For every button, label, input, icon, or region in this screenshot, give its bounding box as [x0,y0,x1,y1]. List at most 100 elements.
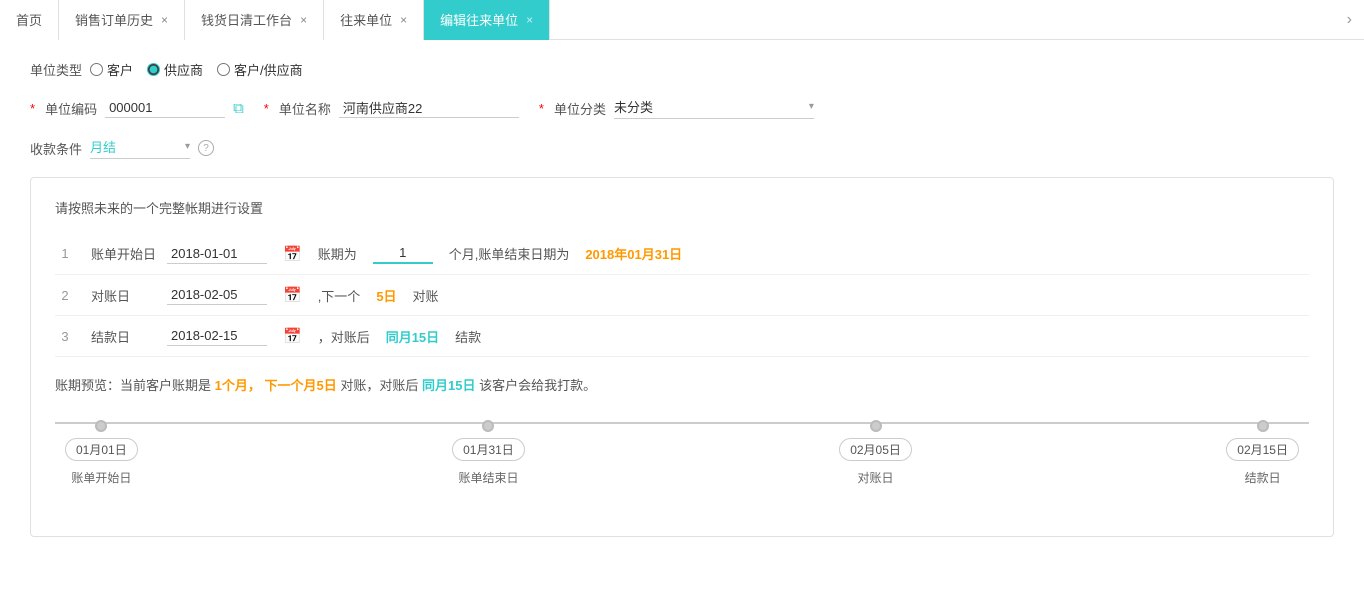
timeline-container: 01月01日 账单开始日 01月31日 账单结束日 02月05日 对账日 02月… [55,410,1309,516]
radio-supplier-label: 供应商 [164,60,203,79]
timeline-date-3: 02月15日 [1226,438,1299,461]
unit-code-label: 单位编码 [45,99,97,118]
radio-customer-label: 客户 [107,60,133,79]
tab-edit-partner-close[interactable]: × [526,13,533,27]
unit-class-label: 单位分类 [554,99,606,118]
timeline-dot-1 [482,420,494,432]
tab-home[interactable]: 首页 [0,0,59,40]
tab-sales-history[interactable]: 销售订单历史 × [59,0,185,40]
unit-class-item: * 单位分类 未分类 ▾ [539,97,814,119]
period-input[interactable] [373,243,433,264]
timeline-date-2: 02月05日 [839,438,912,461]
row-3-suffix-end: 结款 [455,327,481,346]
unit-name-required: * [264,101,269,116]
setting-row-1: 1 账单开始日 📅 账期为 个月,账单结束日期为 2018年01月31日 [55,233,1309,275]
unit-type-item: 单位类型 客户 供应商 客户/供应商 [30,60,303,79]
tab-sales-history-close[interactable]: × [161,13,168,27]
payment-chevron-icon: ▾ [185,141,190,152]
tab-partner-close[interactable]: × [400,13,407,27]
unit-code-input[interactable] [105,98,225,118]
unit-type-row: 单位类型 客户 供应商 客户/供应商 [30,60,1334,79]
radio-supplier-input[interactable] [147,63,160,76]
timeline-dot-3 [1257,420,1269,432]
tab-cash-workbench-label: 钱货日清工作台 [201,10,292,29]
copy-icon[interactable]: ⧉ [233,100,244,117]
setting-row-2: 2 对账日 📅 ,下一个 5日 对账 [55,275,1309,316]
unit-name-input[interactable] [339,98,519,118]
unit-info-row: * 单位编码 ⧉ * 单位名称 * 单位分类 未分类 ▾ [30,97,1334,119]
timeline-node-2: 02月05日 对账日 [839,420,912,486]
row-1-calendar-icon[interactable]: 📅 [283,245,302,263]
row-3-suffix-after: ，对账后 [318,327,370,346]
preview-suffix: 该客户会给我打款。 [479,378,596,393]
tab-partner[interactable]: 往来单位 × [324,0,424,40]
radio-both-label: 客户/供应商 [234,60,303,79]
unit-class-dropdown[interactable]: 未分类 ▾ [614,97,814,119]
tab-sales-history-label: 销售订单历史 [75,10,153,29]
row-1-date-input[interactable] [167,244,267,264]
preview-part3: 同月15日 [422,378,475,393]
payment-dropdown[interactable]: 月结 ▾ [90,137,190,159]
row-2-highlight: 5日 [376,286,396,305]
timeline-label-2: 对账日 [858,469,894,486]
row-2-date-input[interactable] [167,285,267,305]
unit-type-label: 单位类型 [30,60,82,79]
tab-home-label: 首页 [16,10,42,29]
tabs-bar: 首页 销售订单历史 × 钱货日清工作台 × 往来单位 × 编辑往来单位 × › [0,0,1364,40]
radio-supplier[interactable]: 供应商 [147,60,203,79]
unit-class-chevron-icon: ▾ [809,101,814,112]
tab-cash-workbench[interactable]: 钱货日清工作台 × [185,0,324,40]
setting-row-3: 3 结款日 📅 ，对账后 同月15日 结款 [55,316,1309,357]
timeline-label-1: 账单结束日 [458,469,518,486]
unit-type-radio-group: 客户 供应商 客户/供应商 [90,60,303,79]
row-2-suffix-after: ,下一个 [318,286,361,305]
row-1-suffix-after: 个月,账单结束日期为 [449,244,570,263]
unit-code-item: * 单位编码 ⧉ [30,98,244,118]
row-2-label: 对账日 [91,286,151,305]
section-title: 请按照未来的一个完整帐期进行设置 [55,198,1309,217]
row-2-calendar-icon[interactable]: 📅 [283,286,302,304]
timeline-nodes: 01月01日 账单开始日 01月31日 账单结束日 02月05日 对账日 02月… [65,420,1299,486]
row-3-highlight: 同月15日 [386,327,439,346]
preview-part1: 1个月， [215,378,261,393]
row-1-highlight: 2018年01月31日 [585,244,682,263]
radio-customer-input[interactable] [90,63,103,76]
payment-row: 收款条件 月结 ▾ ? [30,137,1334,159]
tab-edit-partner-label: 编辑往来单位 [440,10,518,29]
row-3-calendar-icon[interactable]: 📅 [283,327,302,345]
row-2-num: 2 [55,288,75,303]
preview-section: 账期预览：当前客户账期是 1个月， 下一个月5日 对账，对账后 同月15日 该客… [55,375,1309,410]
tab-cash-workbench-close[interactable]: × [300,13,307,27]
unit-code-required: * [30,101,35,116]
unit-name-label: 单位名称 [279,99,331,118]
help-icon[interactable]: ? [198,140,214,156]
timeline-dot-2 [870,420,882,432]
row-3-label: 结款日 [91,327,151,346]
period-section: 请按照未来的一个完整帐期进行设置 1 账单开始日 📅 账期为 个月,账单结束日期… [30,177,1334,537]
row-3-date-input[interactable] [167,326,267,346]
payment-item: 收款条件 月结 ▾ ? [30,137,214,159]
radio-both[interactable]: 客户/供应商 [217,60,303,79]
timeline-date-1: 01月31日 [452,438,525,461]
row-1-num: 1 [55,246,75,261]
row-2-suffix-end: 对账 [413,286,439,305]
payment-label: 收款条件 [30,139,82,158]
timeline-label-0: 账单开始日 [71,469,131,486]
timeline-date-0: 01月01日 [65,438,138,461]
radio-customer[interactable]: 客户 [90,60,133,79]
timeline-node-3: 02月15日 结款日 [1226,420,1299,486]
unit-name-item: * 单位名称 [264,98,519,118]
tab-more-button[interactable]: › [1335,11,1364,29]
tab-edit-partner[interactable]: 编辑往来单位 × [424,0,550,40]
unit-class-value: 未分类 [614,97,805,116]
radio-both-input[interactable] [217,63,230,76]
timeline-node-1: 01月31日 账单结束日 [452,420,525,486]
timeline-node-0: 01月01日 账单开始日 [65,420,138,486]
timeline-label-3: 结款日 [1245,469,1281,486]
payment-value: 月结 [90,137,181,156]
row-1-label: 账单开始日 [91,244,151,263]
unit-class-required: * [539,101,544,116]
main-content: 单位类型 客户 供应商 客户/供应商 * 单位编码 [0,40,1364,608]
row-3-num: 3 [55,329,75,344]
preview-middle: 对账，对账后 [340,378,418,393]
